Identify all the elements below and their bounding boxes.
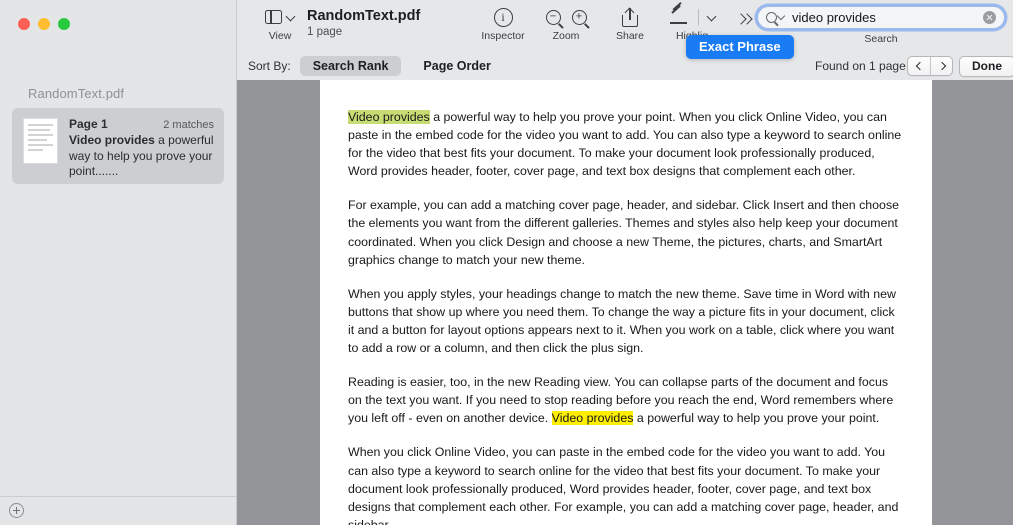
- view-label: View: [268, 30, 292, 42]
- sort-by-label: Sort By:: [248, 59, 291, 73]
- sidebar-document-title: RandomText.pdf: [28, 86, 125, 101]
- magnifier-minus-icon[interactable]: −: [545, 9, 561, 25]
- document-paragraph: Reading is easier, too, in the new Readi…: [348, 373, 904, 427]
- view-icons: [265, 6, 295, 28]
- zoom-label: Zoom: [552, 30, 580, 42]
- search-result-header: Page 1 2 matches: [69, 117, 214, 131]
- page-thumbnail-icon: [23, 118, 58, 164]
- document-title-block: RandomText.pdf 1 page: [307, 8, 420, 38]
- highlight-icons: [669, 1, 716, 28]
- close-window-button[interactable]: [18, 18, 30, 30]
- document-paragraph: Video provides a powerful way to help yo…: [348, 108, 904, 180]
- search-label: Search: [864, 33, 898, 45]
- share-icon: [622, 6, 638, 28]
- search-match-highlight: Video provides: [348, 110, 430, 124]
- toolbar-divider: [697, 9, 699, 25]
- share-button[interactable]: Share: [601, 6, 659, 42]
- document-canvas[interactable]: Video provides a powerful way to help yo…: [237, 80, 1013, 525]
- sidebar-toggle-icon[interactable]: [265, 9, 282, 24]
- search-results-sidebar: RandomText.pdf Page 1 2 matches Video pr…: [0, 0, 237, 525]
- document-paragraph: For example, you can add a matching cove…: [348, 196, 904, 268]
- chevron-down-icon[interactable]: [778, 14, 785, 21]
- result-match-count: 2 matches: [163, 119, 214, 131]
- toolbar: View RandomText.pdf 1 page i Inspector −…: [237, 0, 1013, 52]
- sort-bar: Sort By: Search Rank Page Order Found on…: [237, 52, 1013, 80]
- search-match-current: Video provides: [551, 411, 634, 426]
- inspector-label: Inspector: [481, 30, 525, 42]
- window-controls: [18, 18, 70, 30]
- zoom-icons: − +: [545, 6, 587, 28]
- sort-option-page-order[interactable]: Page Order: [410, 56, 503, 76]
- document-page-count: 1 page: [307, 26, 343, 38]
- search-result-item[interactable]: Page 1 2 matches Video provides a powerf…: [12, 108, 224, 184]
- paragraph-text: For example, you can add a matching cove…: [348, 198, 900, 267]
- share-label: Share: [615, 30, 645, 42]
- paragraph-text: When you apply styles, your headings cha…: [348, 286, 897, 356]
- add-icon[interactable]: [9, 503, 24, 518]
- clear-icon[interactable]: [983, 11, 996, 24]
- sort-option-search-rank[interactable]: Search Rank: [299, 56, 402, 76]
- result-snippet: Video provides a powerful way to help yo…: [69, 133, 214, 180]
- double-chevron-right-icon[interactable]: [737, 12, 753, 26]
- paragraph-text: a powerful way to help you prove your po…: [633, 411, 880, 426]
- toolbar-overflow-button[interactable]: [737, 12, 753, 26]
- previous-match-button[interactable]: [908, 57, 930, 75]
- found-status-text: Found on 1 page: [815, 59, 906, 73]
- search-icon: [766, 12, 777, 23]
- next-match-button[interactable]: [930, 57, 952, 75]
- match-navigation: [907, 56, 953, 76]
- view-button[interactable]: View: [254, 6, 306, 42]
- document-paragraph: When you click Online Video, you can pas…: [348, 443, 904, 525]
- done-button[interactable]: Done: [959, 55, 1013, 77]
- zoom-group: − + Zoom: [534, 6, 598, 42]
- chevron-left-icon: [916, 63, 922, 69]
- paragraph-text: a powerful way to help you prove your po…: [348, 110, 902, 179]
- preview-window: RandomText.pdf Page 1 2 matches Video pr…: [0, 0, 1013, 525]
- search-group: Search: [757, 6, 1005, 45]
- sidebar-footer: [0, 496, 236, 525]
- search-result-body: Page 1 2 matches Video provides a powerf…: [69, 117, 214, 178]
- result-page-label: Page 1: [69, 117, 108, 131]
- magnifier-plus-icon[interactable]: +: [571, 9, 587, 25]
- result-snippet-match: Video provides: [69, 133, 155, 147]
- inspector-button[interactable]: i Inspector: [474, 6, 532, 42]
- highlight-pen-icon[interactable]: [669, 1, 689, 27]
- chevron-down-icon[interactable]: [708, 13, 716, 21]
- minimize-window-button[interactable]: [38, 18, 50, 30]
- search-field[interactable]: [757, 6, 1005, 29]
- paragraph-text: When you click Online Video, you can pas…: [348, 445, 899, 525]
- search-input[interactable]: [792, 10, 983, 25]
- exact-phrase-menu-item[interactable]: Exact Phrase: [686, 35, 794, 59]
- info-circle-icon: i: [493, 6, 513, 28]
- document-paragraph: When you apply styles, your headings cha…: [348, 285, 904, 357]
- document-title: RandomText.pdf: [307, 8, 421, 24]
- maximize-window-button[interactable]: [58, 18, 70, 30]
- chevron-down-icon[interactable]: [287, 13, 295, 21]
- pdf-page[interactable]: Video provides a powerful way to help yo…: [320, 80, 932, 525]
- chevron-right-icon: [939, 63, 945, 69]
